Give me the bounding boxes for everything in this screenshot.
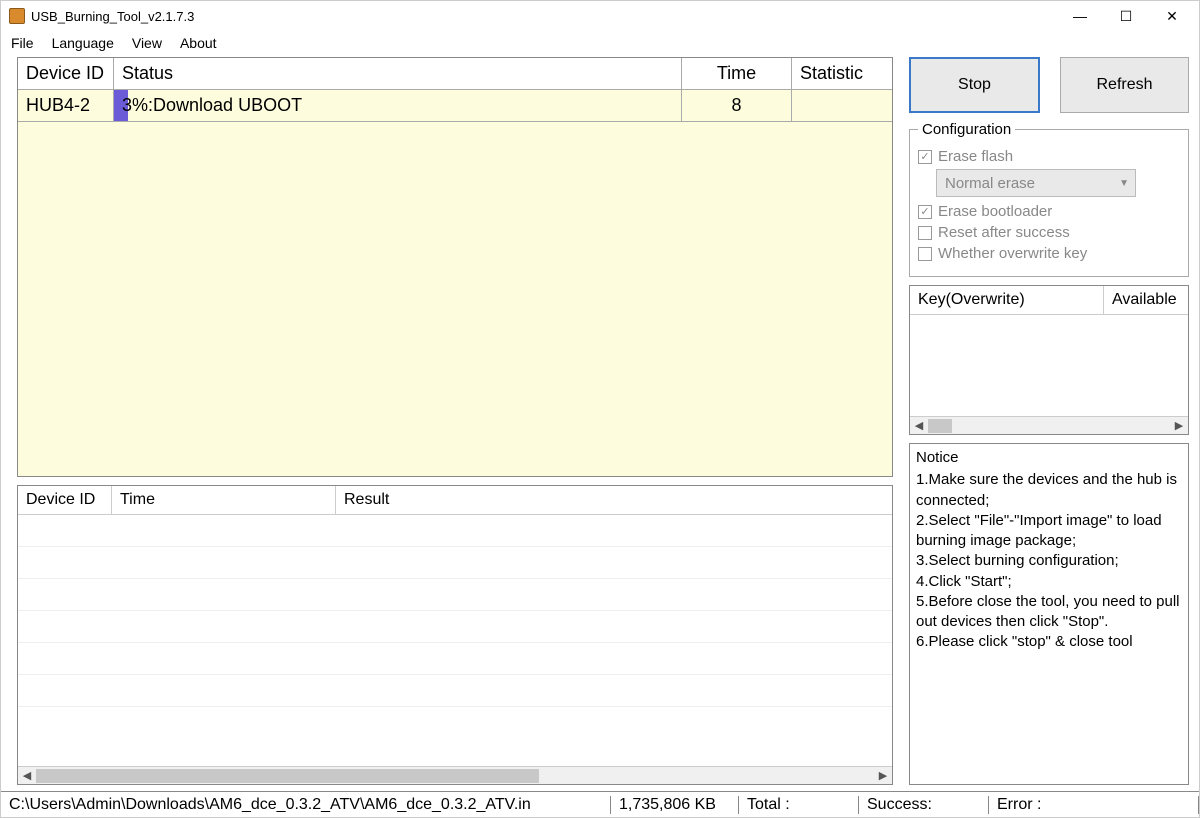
erase-mode-value: Normal erase <box>945 175 1035 192</box>
reset-after-checkbox[interactable]: Reset after success <box>918 224 1180 241</box>
status-total: Total : <box>739 796 859 814</box>
status-size: 1,735,806 KB <box>611 796 739 814</box>
close-button[interactable]: ✕ <box>1149 1 1195 31</box>
overwrite-key-label: Whether overwrite key <box>938 245 1087 262</box>
menu-view[interactable]: View <box>132 35 162 51</box>
notice-line: 5.Before close the tool, you need to pul… <box>916 592 1182 633</box>
col-key-overwrite[interactable]: Key(Overwrite) <box>910 286 1104 314</box>
notice-line: 4.Click "Start"; <box>916 572 1182 592</box>
notice-title: Notice <box>916 448 1182 468</box>
notice-line: 1.Make sure the devices and the hub is c… <box>916 470 1182 511</box>
rcol-result[interactable]: Result <box>336 486 892 514</box>
erase-bootloader-checkbox[interactable]: ✓ Erase bootloader <box>918 203 1180 220</box>
menu-file[interactable]: File <box>11 35 34 51</box>
key-hscroll[interactable]: ◀ ▶ <box>910 416 1188 434</box>
app-icon <box>9 8 25 24</box>
configuration-group: Configuration ✓ Erase flash Normal erase… <box>909 121 1189 277</box>
cell-time: 8 <box>682 90 792 121</box>
checkbox-icon: ✓ <box>918 150 932 164</box>
result-table: Device ID Time Result ◀ ▶ <box>17 485 893 785</box>
configuration-legend: Configuration <box>918 121 1015 138</box>
status-error: Error : <box>989 796 1199 814</box>
scroll-right-icon[interactable]: ▶ <box>1170 419 1188 432</box>
erase-bootloader-label: Erase bootloader <box>938 203 1052 220</box>
status-path: C:\Users\Admin\Downloads\AM6_dce_0.3.2_A… <box>1 796 611 814</box>
menu-language[interactable]: Language <box>52 35 114 51</box>
checkbox-icon: ✓ <box>918 205 932 219</box>
list-item <box>18 579 892 611</box>
device-table: Device ID Status Time Statistic HUB4-2 3… <box>17 57 893 477</box>
list-item <box>18 547 892 579</box>
col-available[interactable]: Available <box>1104 286 1188 314</box>
rcol-time[interactable]: Time <box>112 486 336 514</box>
col-status[interactable]: Status <box>114 58 682 89</box>
status-bar: C:\Users\Admin\Downloads\AM6_dce_0.3.2_A… <box>1 791 1199 817</box>
device-table-body <box>18 122 892 476</box>
title-bar: USB_Burning_Tool_v2.1.7.3 — ☐ ✕ <box>1 1 1199 31</box>
overwrite-key-checkbox[interactable]: Whether overwrite key <box>918 245 1180 262</box>
result-rows <box>18 515 892 766</box>
notice-panel: Notice 1.Make sure the devices and the h… <box>909 443 1189 785</box>
refresh-button[interactable]: Refresh <box>1060 57 1189 113</box>
stop-button[interactable]: Stop <box>909 57 1040 113</box>
status-text: 3%:Download UBOOT <box>122 95 302 115</box>
list-item <box>18 515 892 547</box>
scroll-thumb[interactable] <box>36 769 539 783</box>
scroll-thumb[interactable] <box>928 419 952 433</box>
notice-line: 6.Please click "stop" & close tool <box>916 632 1182 652</box>
list-item <box>18 675 892 707</box>
list-item <box>18 611 892 643</box>
key-overwrite-table: Key(Overwrite) Available ◀ ▶ <box>909 285 1189 435</box>
scroll-left-icon[interactable]: ◀ <box>910 419 928 432</box>
cell-device-id: HUB4-2 <box>18 90 114 121</box>
table-row[interactable]: HUB4-2 3%:Download UBOOT 8 <box>18 90 892 122</box>
rcol-device-id[interactable]: Device ID <box>18 486 112 514</box>
erase-flash-checkbox[interactable]: ✓ Erase flash <box>918 148 1180 165</box>
minimize-button[interactable]: — <box>1057 1 1103 31</box>
erase-flash-label: Erase flash <box>938 148 1013 165</box>
list-item <box>18 643 892 675</box>
menu-bar: File Language View About <box>1 31 1199 57</box>
notice-line: 2.Select "File"-"Import image" to load b… <box>916 511 1182 552</box>
key-overwrite-body <box>910 315 1188 416</box>
result-hscroll[interactable]: ◀ ▶ <box>18 766 892 784</box>
reset-after-label: Reset after success <box>938 224 1070 241</box>
checkbox-icon <box>918 226 932 240</box>
status-success: Success: <box>859 796 989 814</box>
chevron-down-icon: ▼ <box>1119 178 1129 189</box>
scroll-right-icon[interactable]: ▶ <box>874 769 892 782</box>
erase-mode-select[interactable]: Normal erase ▼ <box>936 169 1136 197</box>
cell-statistic <box>792 90 892 121</box>
checkbox-icon <box>918 247 932 261</box>
col-device-id[interactable]: Device ID <box>18 58 114 89</box>
notice-line: 3.Select burning configuration; <box>916 551 1182 571</box>
cell-status: 3%:Download UBOOT <box>114 90 682 121</box>
menu-about[interactable]: About <box>180 35 217 51</box>
scroll-left-icon[interactable]: ◀ <box>18 769 36 782</box>
window-title: USB_Burning_Tool_v2.1.7.3 <box>31 9 194 24</box>
maximize-button[interactable]: ☐ <box>1103 1 1149 31</box>
col-statistic[interactable]: Statistic <box>792 58 892 89</box>
col-time[interactable]: Time <box>682 58 792 89</box>
